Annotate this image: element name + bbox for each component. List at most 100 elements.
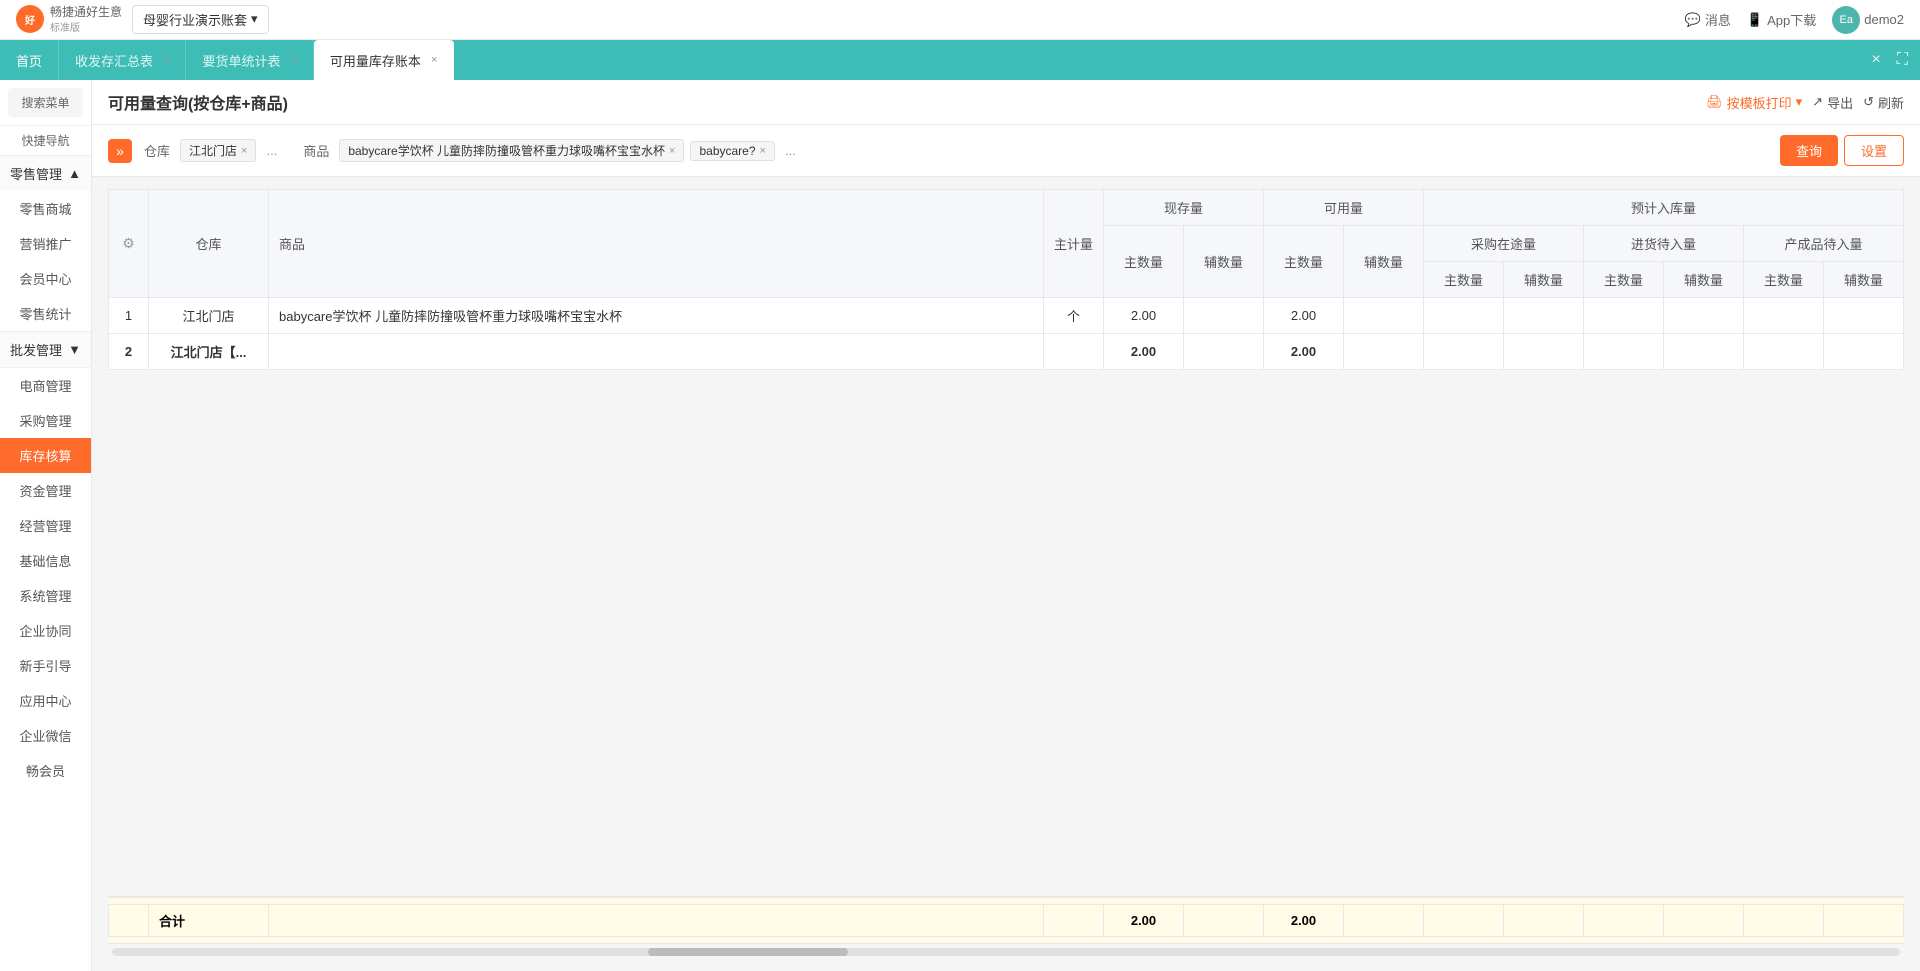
sidebar-group-retail: 零售管理 ▲ 零售商城 营销推广 会员中心 零售统计 bbox=[0, 156, 91, 332]
sidebar: 搜索菜单 快捷导航 零售管理 ▲ 零售商城 营销推广 会员中心 零售统计 批发管… bbox=[0, 80, 92, 971]
message-icon: 💬 bbox=[1685, 12, 1701, 28]
avatar: Ea bbox=[1832, 6, 1860, 34]
warehouse-tag-remove-icon[interactable]: × bbox=[241, 145, 247, 157]
logo-text-area: 畅捷通好生意 标准版 bbox=[50, 5, 122, 34]
tab-home[interactable]: 首页 bbox=[0, 40, 59, 80]
tab-fullscreen-btn[interactable]: ⛶ bbox=[1893, 47, 1912, 73]
chevron-up-icon: ▲ bbox=[68, 166, 81, 181]
cell-fp-aux-1 bbox=[1824, 298, 1904, 334]
sidebar-group-wholesale-title[interactable]: 批发管理 ▼ bbox=[0, 332, 91, 367]
topbar-right: 💬 消息 📱 App下载 Ea demo2 bbox=[1685, 6, 1904, 34]
sidebar-item-basic[interactable]: 基础信息 bbox=[0, 543, 91, 578]
main-layout: 搜索菜单 快捷导航 零售管理 ▲ 零售商城 营销推广 会员中心 零售统计 批发管… bbox=[0, 80, 1920, 971]
th-pt-aux: 辅数量 bbox=[1504, 262, 1584, 298]
footer-cell-product bbox=[269, 905, 1044, 937]
sidebar-item-purchase[interactable]: 采购管理 bbox=[0, 403, 91, 438]
query-btn[interactable]: 查询 bbox=[1780, 135, 1838, 166]
footer-pt-main bbox=[1424, 905, 1504, 937]
scrollbar-track[interactable] bbox=[112, 948, 1900, 956]
footer-ip-main bbox=[1584, 905, 1664, 937]
product-tag-0-remove-icon[interactable]: × bbox=[669, 145, 675, 157]
print-label: 按模板打印 bbox=[1727, 93, 1792, 112]
tabbar: 首页 收发存汇总表 × 要货单统计表 × 可用量库存账本 × × ⛶ bbox=[0, 40, 1920, 80]
tab-available-stock-close[interactable]: × bbox=[431, 54, 437, 66]
industry-selector[interactable]: 母婴行业演示账套 ▾ bbox=[132, 5, 269, 34]
sidebar-group-retail-title[interactable]: 零售管理 ▲ bbox=[0, 156, 91, 191]
page-actions: 🖨 按模板打印 ▾ ↗ 导出 ↺ 刷新 bbox=[1706, 93, 1904, 112]
tab-close-all-btn[interactable]: × bbox=[1867, 47, 1884, 73]
sidebar-item-member2[interactable]: 畅会员 bbox=[0, 753, 91, 788]
app-download-btn[interactable]: 📱 App下载 bbox=[1747, 10, 1816, 29]
tab-order-stat-close[interactable]: × bbox=[290, 54, 296, 66]
industry-label: 母婴行业演示账套 bbox=[143, 10, 247, 29]
sidebar-item-newguide[interactable]: 新手引导 bbox=[0, 648, 91, 683]
product-tag-label-0: babycare学饮杯 儿童防摔防撞吸管杯重力球吸嘴杯宝宝水杯 bbox=[348, 142, 665, 159]
sidebar-group-wholesale: 批发管理 ▼ bbox=[0, 332, 91, 368]
th-product: 商品 bbox=[269, 190, 1044, 298]
th-ip-aux: 辅数量 bbox=[1664, 262, 1744, 298]
scrollbar-area[interactable] bbox=[108, 943, 1904, 959]
product-ellipsis[interactable]: ... bbox=[785, 143, 796, 158]
sidebar-item-operation[interactable]: 经营管理 bbox=[0, 508, 91, 543]
footer-label: 合计 bbox=[149, 905, 269, 937]
sidebar-item-ecommerce[interactable]: 电商管理 bbox=[0, 368, 91, 403]
th-available: 可用量 bbox=[1264, 190, 1424, 226]
tab-receivable-label: 收发存汇总表 bbox=[75, 51, 153, 70]
message-btn[interactable]: 💬 消息 bbox=[1685, 10, 1731, 29]
sidebar-item-system[interactable]: 系统管理 bbox=[0, 578, 91, 613]
expand-icon: » bbox=[116, 143, 124, 159]
sidebar-item-appcenter[interactable]: 应用中心 bbox=[0, 683, 91, 718]
topbar-left: 好 畅捷通好生意 标准版 母婴行业演示账套 ▾ bbox=[16, 5, 269, 34]
data-table: ⚙ 仓库 商品 主计量 现存量 可用量 预计入库量 主数量 辅数量 bbox=[108, 189, 1904, 370]
sidebar-item-retail-stat[interactable]: 零售统计 bbox=[0, 296, 91, 331]
th-fp-main: 主数量 bbox=[1744, 262, 1824, 298]
tab-available-stock[interactable]: 可用量库存账本 × bbox=[314, 40, 454, 80]
export-icon: ↗ bbox=[1812, 94, 1823, 110]
export-btn[interactable]: ↗ 导出 bbox=[1812, 93, 1853, 112]
warehouse-ellipsis[interactable]: ... bbox=[266, 143, 277, 158]
cell-product-1: babycare学饮杯 儿童防摔防撞吸管杯重力球吸嘴杯宝宝水杯 bbox=[269, 298, 1044, 334]
filter-expand-btn[interactable]: » bbox=[108, 139, 132, 163]
cell-warehouse-2: 江北门店【... bbox=[149, 334, 269, 370]
product-tag-1: babycare? × bbox=[690, 141, 774, 161]
sidebar-item-retail-shop[interactable]: 零售商城 bbox=[0, 191, 91, 226]
tab-order-stat[interactable]: 要货单统计表 × bbox=[186, 40, 313, 80]
cell-avail-aux-2 bbox=[1344, 334, 1424, 370]
tab-receivable[interactable]: 收发存汇总表 × bbox=[59, 40, 186, 80]
message-label: 消息 bbox=[1705, 10, 1731, 29]
scrollbar-thumb[interactable] bbox=[648, 948, 848, 956]
footer-fp-aux bbox=[1824, 905, 1904, 937]
gear-icon: ⚙ bbox=[122, 235, 135, 251]
topbar: 好 畅捷通好生意 标准版 母婴行业演示账套 ▾ 💬 消息 📱 App下载 Ea … bbox=[0, 0, 1920, 40]
user-name: demo2 bbox=[1864, 12, 1904, 27]
product-tag-1-remove-icon[interactable]: × bbox=[760, 145, 766, 157]
sidebar-item-enterprise[interactable]: 企业协同 bbox=[0, 613, 91, 648]
cell-fp-main-2 bbox=[1744, 334, 1824, 370]
th-ip-main: 主数量 bbox=[1584, 262, 1664, 298]
table-scroll[interactable]: ⚙ 仓库 商品 主计量 现存量 可用量 预计入库量 主数量 辅数量 bbox=[108, 189, 1904, 896]
print-btn[interactable]: 🖨 按模板打印 ▾ bbox=[1706, 93, 1802, 112]
table-footer: 合计 2.00 2.00 bbox=[108, 896, 1904, 943]
footer-table: 合计 2.00 2.00 bbox=[108, 904, 1904, 937]
footer-cell-unit bbox=[1044, 905, 1104, 937]
page-title: 可用量查询(按仓库+商品) bbox=[108, 90, 288, 114]
logo-sub: 标准版 bbox=[50, 19, 122, 34]
settings-btn[interactable]: 设置 bbox=[1844, 135, 1904, 166]
sidebar-item-finance[interactable]: 资金管理 bbox=[0, 473, 91, 508]
warehouse-tag-0: 江北门店 × bbox=[180, 139, 256, 162]
tab-receivable-close[interactable]: × bbox=[163, 54, 169, 66]
sidebar-search-btn[interactable]: 搜索菜单 bbox=[8, 88, 83, 117]
sidebar-item-marketing[interactable]: 营销推广 bbox=[0, 226, 91, 261]
cell-ip-main-1 bbox=[1584, 298, 1664, 334]
th-fp-aux: 辅数量 bbox=[1824, 262, 1904, 298]
th-current-main: 主数量 bbox=[1104, 226, 1184, 298]
sidebar-quick-nav[interactable]: 快捷导航 bbox=[0, 126, 91, 156]
sidebar-item-inventory[interactable]: 库存核算 bbox=[0, 438, 91, 473]
th-current-aux: 辅数量 bbox=[1184, 226, 1264, 298]
sidebar-item-member[interactable]: 会员中心 bbox=[0, 261, 91, 296]
refresh-btn[interactable]: ↺ 刷新 bbox=[1863, 93, 1904, 112]
logo-area: 好 畅捷通好生意 标准版 bbox=[16, 5, 122, 34]
table-row: 2 江北门店【... 2.00 2.00 bbox=[109, 334, 1904, 370]
sidebar-item-wechat[interactable]: 企业微信 bbox=[0, 718, 91, 753]
user-area[interactable]: Ea demo2 bbox=[1832, 6, 1904, 34]
